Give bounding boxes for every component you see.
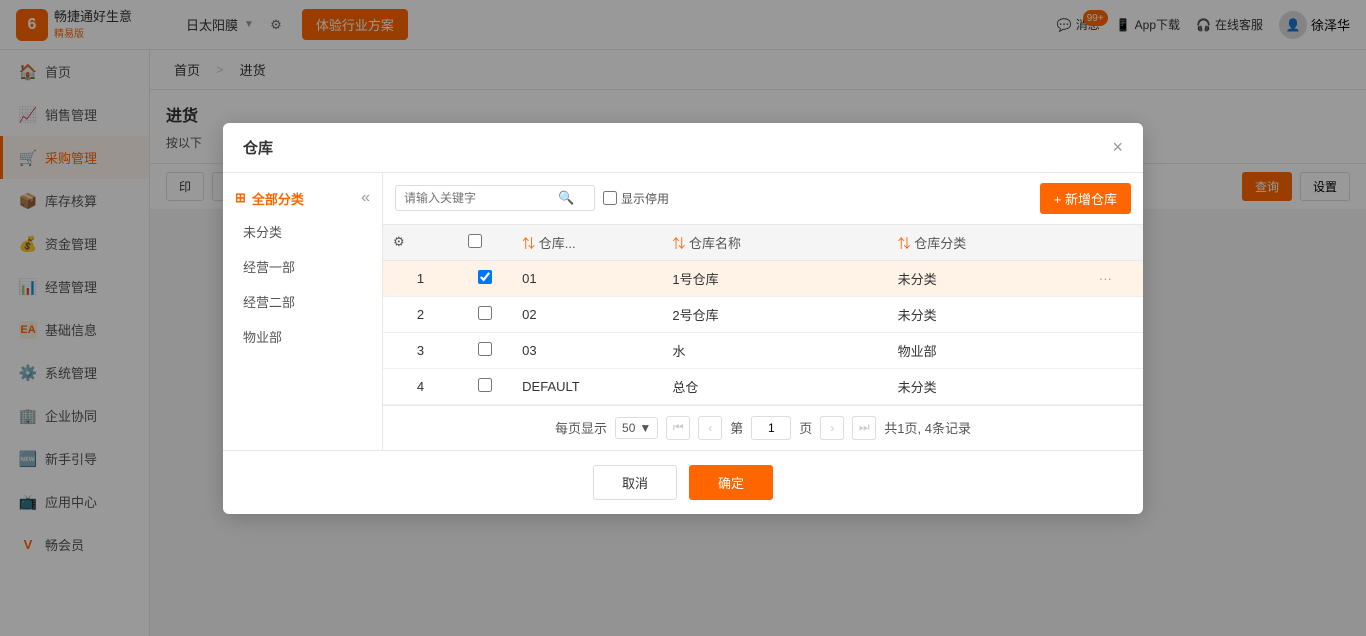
add-warehouse-button[interactable]: + 新增仓库 bbox=[1040, 183, 1131, 214]
col-header-cat: ⇅ 仓库分类 bbox=[888, 225, 1068, 261]
first-page-button[interactable]: ⏮ bbox=[666, 416, 690, 440]
grid-icon: ⊞ bbox=[235, 190, 246, 206]
page-label: 页 bbox=[799, 418, 812, 437]
search-input[interactable] bbox=[404, 191, 554, 205]
table-row[interactable]: 1 01 1号仓库 未分类 ··· bbox=[383, 260, 1143, 296]
category-item-none[interactable]: 未分类 bbox=[223, 214, 382, 249]
row-cat: 物业部 bbox=[888, 332, 1068, 368]
col-header-name: ⇅ 仓库名称 bbox=[662, 225, 887, 261]
warehouse-dialog: 仓库 × ⊞ 全部分类 « 未分类 经营一部 bbox=[223, 123, 1143, 514]
col-header-code: ⇅ 仓库... bbox=[512, 225, 662, 261]
per-page-label: 每页显示 bbox=[555, 418, 607, 437]
row-checkbox[interactable] bbox=[478, 378, 492, 392]
row-more-button[interactable]: ··· bbox=[1099, 271, 1112, 286]
table-panel: 🔍 显示停用 + 新增仓库 ⚙ bbox=[383, 173, 1143, 450]
table-row[interactable]: 3 03 水 物业部 bbox=[383, 332, 1143, 368]
cancel-button[interactable]: 取消 bbox=[593, 465, 677, 500]
confirm-button[interactable]: 确定 bbox=[689, 465, 773, 500]
row-checkbox-cell bbox=[458, 296, 512, 332]
row-more bbox=[1068, 368, 1143, 404]
dialog-footer: 取消 确定 bbox=[223, 450, 1143, 514]
row-code: DEFAULT bbox=[512, 368, 662, 404]
row-checkbox[interactable] bbox=[478, 306, 492, 320]
dialog-overlay: 仓库 × ⊞ 全部分类 « 未分类 经营一部 bbox=[0, 0, 1366, 636]
category-item-dept2[interactable]: 经营二部 bbox=[223, 284, 382, 319]
row-more bbox=[1068, 296, 1143, 332]
total-info: 共1页, 4条记录 bbox=[884, 418, 971, 437]
row-more: ··· bbox=[1068, 260, 1143, 296]
page-number-input[interactable] bbox=[751, 416, 791, 440]
collapse-panel-icon[interactable]: « bbox=[361, 189, 370, 207]
table-row[interactable]: 2 02 2号仓库 未分类 bbox=[383, 296, 1143, 332]
row-no: 4 bbox=[383, 368, 458, 404]
row-no: 1 bbox=[383, 260, 458, 296]
row-code: 02 bbox=[512, 296, 662, 332]
row-checkbox[interactable] bbox=[478, 270, 492, 284]
sort-icon: ⇅ bbox=[522, 236, 535, 251]
sort-icon3: ⇅ bbox=[898, 236, 911, 251]
warehouse-table: ⚙ ⇅ 仓库... ⇅ 仓库名称 bbox=[383, 225, 1143, 405]
show-disabled-label[interactable]: 显示停用 bbox=[603, 190, 669, 207]
show-disabled-checkbox[interactable] bbox=[603, 191, 617, 205]
row-name: 2号仓库 bbox=[662, 296, 887, 332]
row-cat: 未分类 bbox=[888, 296, 1068, 332]
row-name: 水 bbox=[662, 332, 887, 368]
dialog-title: 仓库 bbox=[243, 137, 273, 158]
col-header-more bbox=[1068, 225, 1143, 261]
row-checkbox-cell bbox=[458, 368, 512, 404]
category-item-property[interactable]: 物业部 bbox=[223, 319, 382, 354]
category-all-header[interactable]: ⊞ 全部分类 « bbox=[223, 183, 382, 214]
settings-icon: ⚙ bbox=[393, 234, 405, 249]
row-code: 01 bbox=[512, 260, 662, 296]
select-all-checkbox[interactable] bbox=[468, 234, 482, 248]
row-no: 3 bbox=[383, 332, 458, 368]
sort-icon2: ⇅ bbox=[672, 236, 685, 251]
row-checkbox-cell bbox=[458, 332, 512, 368]
row-checkbox-cell bbox=[458, 260, 512, 296]
col-header-settings: ⚙ bbox=[383, 225, 458, 261]
category-all-label: ⊞ 全部分类 bbox=[235, 189, 304, 208]
page-label-prefix: 第 bbox=[730, 418, 743, 437]
table-container: ⚙ ⇅ 仓库... ⇅ 仓库名称 bbox=[383, 225, 1143, 405]
select-arrow-icon: ▼ bbox=[639, 421, 651, 435]
dialog-body: ⊞ 全部分类 « 未分类 经营一部 经营二部 物业部 bbox=[223, 173, 1143, 450]
category-item-dept1[interactable]: 经营一部 bbox=[223, 249, 382, 284]
row-no: 2 bbox=[383, 296, 458, 332]
category-panel: ⊞ 全部分类 « 未分类 经营一部 经营二部 物业部 bbox=[223, 173, 383, 450]
table-toolbar: 🔍 显示停用 + 新增仓库 bbox=[383, 173, 1143, 225]
search-icon: 🔍 bbox=[558, 190, 574, 206]
dialog-header: 仓库 × bbox=[223, 123, 1143, 173]
next-page-button[interactable]: › bbox=[820, 416, 844, 440]
row-name: 总仓 bbox=[662, 368, 887, 404]
per-page-select[interactable]: 50 ▼ bbox=[615, 417, 658, 439]
row-cat: 未分类 bbox=[888, 260, 1068, 296]
dialog-close-button[interactable]: × bbox=[1112, 137, 1123, 158]
row-code: 03 bbox=[512, 332, 662, 368]
col-header-checkbox bbox=[458, 225, 512, 261]
last-page-button[interactable]: ⏭ bbox=[852, 416, 876, 440]
row-more bbox=[1068, 332, 1143, 368]
prev-page-button[interactable]: ‹ bbox=[698, 416, 722, 440]
pagination: 每页显示 50 ▼ ⏮ ‹ 第 页 › ⏭ 共1页, 4条记录 bbox=[383, 405, 1143, 450]
row-cat: 未分类 bbox=[888, 368, 1068, 404]
table-row[interactable]: 4 DEFAULT 总仓 未分类 bbox=[383, 368, 1143, 404]
row-name: 1号仓库 bbox=[662, 260, 887, 296]
search-box: 🔍 bbox=[395, 185, 595, 211]
row-checkbox[interactable] bbox=[478, 342, 492, 356]
